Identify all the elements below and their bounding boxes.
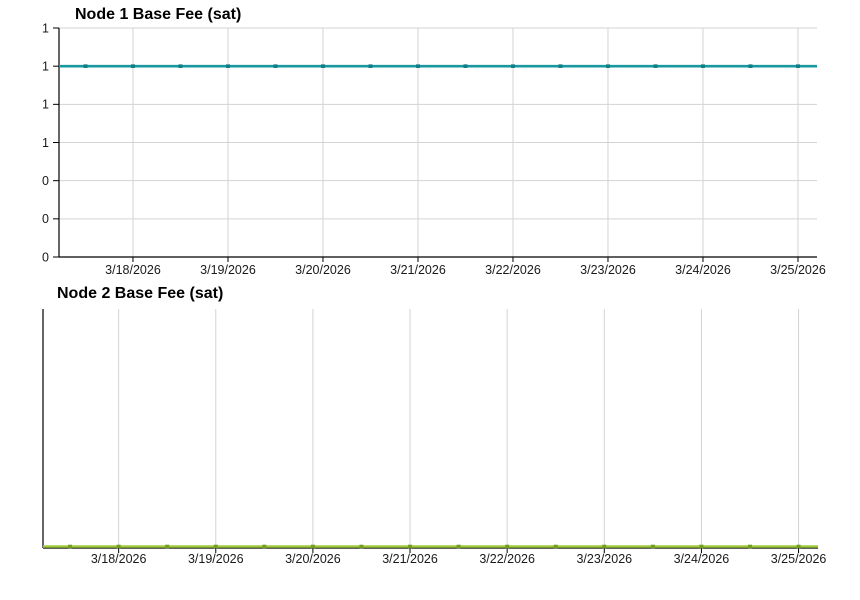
data-point-marker	[558, 64, 563, 68]
data-point-marker	[653, 64, 658, 68]
data-point-marker	[213, 544, 218, 549]
data-point-marker	[415, 64, 420, 68]
data-point-marker	[320, 64, 325, 68]
data-point-marker	[747, 544, 752, 549]
x-tick-label: 3/20/2026	[285, 552, 341, 566]
y-tick-label: 0	[42, 250, 49, 264]
x-tick-label: 3/19/2026	[200, 263, 256, 277]
y-tick-label: 1	[42, 136, 49, 150]
x-tick-label: 3/21/2026	[390, 263, 446, 277]
data-point-marker	[262, 544, 267, 549]
chart-page: 3/18/2026 3/19/2026 3/20/2026 3/21/2026 3/22…	[0, 0, 860, 600]
data-point-marker	[116, 544, 121, 549]
data-point-marker	[748, 64, 753, 68]
x-tick-label: 3/20/2026	[295, 263, 351, 277]
data-point-marker	[68, 544, 73, 549]
data-point-marker	[456, 544, 461, 549]
data-point-marker	[368, 64, 373, 68]
x-tick-label: 3/24/2026	[674, 552, 730, 566]
data-point-marker	[310, 544, 315, 549]
data-point-marker	[699, 544, 704, 549]
data-point-marker	[605, 64, 610, 68]
data-point-marker	[225, 64, 230, 68]
data-point-marker	[795, 64, 800, 68]
y-tick-label: 0	[42, 212, 49, 226]
x-tick-label: 3/21/2026	[382, 552, 438, 566]
x-tick-label: 3/25/2026	[770, 263, 826, 277]
data-point-marker	[463, 64, 468, 68]
data-point-marker	[273, 64, 278, 68]
data-point-marker	[359, 544, 364, 549]
data-point-marker	[130, 64, 135, 68]
data-point-marker	[796, 544, 801, 549]
data-point-marker	[178, 64, 183, 68]
data-point-marker	[505, 544, 510, 549]
y-tick-label: 1	[42, 59, 49, 73]
x-tick-label: 3/23/2026	[580, 263, 636, 277]
data-point-marker	[700, 64, 705, 68]
x-tick-label: 3/22/2026	[485, 263, 541, 277]
x-tick-label: 3/22/2026	[479, 552, 535, 566]
data-point-marker	[408, 544, 413, 549]
x-tick-label: 3/18/2026	[105, 263, 161, 277]
y-tick-label: 0	[42, 174, 49, 188]
data-point-marker	[510, 64, 515, 68]
node2-chart-title: Node 2 Base Fee (sat)	[57, 285, 224, 302]
x-tick-label: 3/24/2026	[675, 263, 731, 277]
data-point-marker	[83, 64, 88, 68]
x-tick-label: 3/23/2026	[576, 552, 632, 566]
x-tick-label: 3/25/2026	[771, 552, 827, 566]
y-tick-label: 1	[42, 21, 49, 35]
x-tick-label: 3/18/2026	[91, 552, 147, 566]
data-point-marker	[602, 544, 607, 549]
data-point-marker	[650, 544, 655, 549]
y-tick-label: 1	[42, 98, 49, 112]
data-point-marker	[553, 544, 558, 549]
x-tick-label: 3/19/2026	[188, 552, 244, 566]
node1-chart-title: Node 1 Base Fee (sat)	[75, 6, 242, 23]
data-point-marker	[165, 544, 170, 549]
